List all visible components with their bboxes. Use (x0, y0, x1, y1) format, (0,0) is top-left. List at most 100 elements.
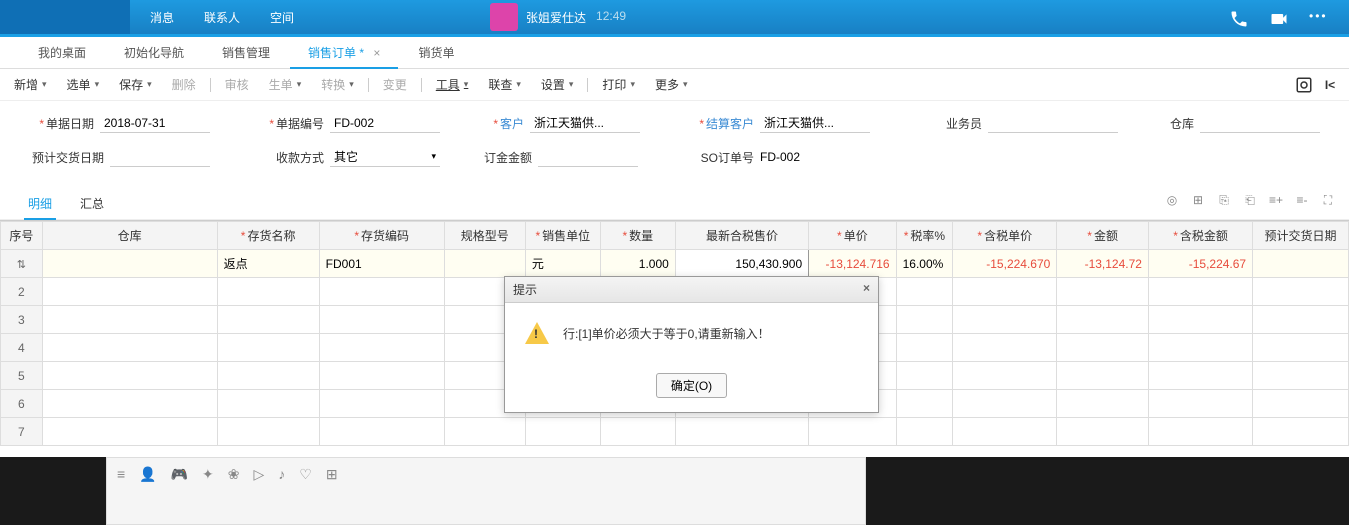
empty-cell[interactable] (217, 362, 319, 390)
joint-button[interactable]: 联查▾ (478, 69, 531, 101)
empty-cell[interactable] (675, 418, 808, 446)
empty-cell[interactable] (319, 418, 444, 446)
dialog-titlebar[interactable]: 提示 × (505, 277, 878, 303)
empty-cell[interactable] (896, 278, 953, 306)
row-number[interactable]: 7 (1, 418, 43, 446)
empty-cell[interactable] (896, 390, 953, 418)
empty-cell[interactable] (319, 362, 444, 390)
empty-cell[interactable] (1148, 362, 1252, 390)
col-qty[interactable]: *数量 (600, 222, 675, 250)
empty-cell[interactable] (1057, 418, 1149, 446)
phone-icon[interactable] (1229, 9, 1249, 25)
empty-cell[interactable] (319, 278, 444, 306)
cell-amount[interactable]: -13,124.72 (1057, 250, 1149, 278)
date-field[interactable]: 2018-07-31 (100, 113, 210, 133)
paste-row-icon[interactable]: ⎗ (1241, 191, 1259, 209)
more-icon[interactable]: ••• (1309, 9, 1329, 25)
more-button[interactable]: 更多▾ (645, 69, 698, 101)
empty-cell[interactable] (217, 278, 319, 306)
tools-button[interactable]: 工具▾ (426, 69, 479, 101)
gendoc-button[interactable]: 生单▾ (259, 69, 312, 101)
empty-cell[interactable] (1148, 390, 1252, 418)
warehouse-field[interactable] (1200, 113, 1320, 133)
col-latest-tax-price[interactable]: 最新合税售价 (675, 222, 808, 250)
row-number[interactable]: 3 (1, 306, 43, 334)
col-spec[interactable]: 规格型号 (444, 222, 525, 250)
add-row-icon[interactable]: ⊞ (1189, 191, 1207, 209)
delete-row-icon[interactable]: ≡- (1293, 191, 1311, 209)
settings-button[interactable]: 设置▾ (531, 69, 584, 101)
empty-cell[interactable] (600, 418, 675, 446)
shield-icon[interactable]: ♡ (299, 466, 312, 483)
empty-cell[interactable] (809, 418, 896, 446)
new-button[interactable]: 新增▾ (4, 69, 57, 101)
empty-cell[interactable] (1253, 362, 1349, 390)
cell-expect-date[interactable] (1253, 250, 1349, 278)
empty-cell[interactable] (896, 306, 953, 334)
apps-icon[interactable]: ⊞ (326, 466, 338, 483)
empty-cell[interactable] (1253, 278, 1349, 306)
col-amount[interactable]: *金额 (1057, 222, 1149, 250)
col-tax-unit-price[interactable]: *含税单价 (953, 222, 1057, 250)
tab-my-desktop[interactable]: 我的桌面 (20, 37, 104, 69)
menu-icon[interactable]: ≡ (117, 466, 125, 482)
copy-row-icon[interactable]: ⎘ (1215, 191, 1233, 209)
empty-cell[interactable] (1148, 334, 1252, 362)
cell-unit-price[interactable]: -13,124.716 (809, 250, 896, 278)
col-stock-code[interactable]: *存货编码 (319, 222, 444, 250)
table-row[interactable]: 7 (1, 418, 1349, 446)
music-icon[interactable]: ♪ (278, 466, 285, 482)
col-tax-amount[interactable]: *含税金额 (1148, 222, 1252, 250)
empty-cell[interactable] (896, 334, 953, 362)
empty-cell[interactable] (217, 334, 319, 362)
row-number[interactable]: 2 (1, 278, 43, 306)
flower-icon[interactable]: ❀ (228, 466, 240, 483)
row-number[interactable]: 4 (1, 334, 43, 362)
delete-button[interactable]: 删除 (162, 69, 206, 101)
row-number[interactable]: 5 (1, 362, 43, 390)
tab-sales-mgmt[interactable]: 销售管理 (204, 37, 288, 69)
empty-cell[interactable] (896, 418, 953, 446)
empty-cell[interactable] (319, 334, 444, 362)
row-handle[interactable]: ⇅ (1, 250, 43, 278)
customer-label[interactable]: 客户 (500, 117, 524, 131)
video-icon[interactable] (1269, 9, 1289, 25)
empty-cell[interactable] (1148, 306, 1252, 334)
chat-preview[interactable]: 张姐爱仕达 12:49 (490, 3, 626, 31)
print-button[interactable]: 打印▾ (592, 69, 645, 101)
row-number[interactable]: 6 (1, 390, 43, 418)
tab-detail[interactable]: 明细 (24, 189, 56, 220)
empty-cell[interactable] (953, 390, 1057, 418)
cell-stock-code[interactable]: FD001 (319, 250, 444, 278)
pay-method-field[interactable]: 其它 ▾ (330, 147, 440, 167)
empty-cell[interactable] (319, 306, 444, 334)
customer-field[interactable]: 浙江天猫供... (530, 113, 640, 133)
dialog-ok-button[interactable]: 确定(O) (656, 373, 727, 398)
cell-tax-amount[interactable]: -15,224.67 (1148, 250, 1252, 278)
empty-cell[interactable] (217, 306, 319, 334)
empty-cell[interactable] (42, 390, 217, 418)
settle-customer-field[interactable]: 浙江天猫供... (760, 113, 870, 133)
cell-stock-name[interactable]: 返点 (217, 250, 319, 278)
empty-cell[interactable] (1253, 334, 1349, 362)
cell-warehouse[interactable] (42, 250, 217, 278)
col-warehouse[interactable]: 仓库 (42, 222, 217, 250)
cell-qty[interactable]: 1.000 (600, 250, 675, 278)
empty-cell[interactable] (953, 306, 1057, 334)
empty-cell[interactable] (1253, 418, 1349, 446)
insert-row-icon[interactable]: ≡+ (1267, 191, 1285, 209)
scan-icon[interactable] (1295, 76, 1313, 94)
cell-tax-unit-price[interactable]: -15,224.670 (953, 250, 1057, 278)
expand-icon[interactable]: ⛶ (1319, 191, 1337, 209)
save-button[interactable]: 保存▾ (109, 69, 162, 101)
empty-cell[interactable] (1148, 418, 1252, 446)
col-unit-price[interactable]: *单价 (809, 222, 896, 250)
empty-cell[interactable] (42, 334, 217, 362)
col-seq[interactable]: 序号 (1, 222, 43, 250)
cell-tax-rate[interactable]: 16.00% (896, 250, 953, 278)
col-tax-rate[interactable]: *税率% (896, 222, 953, 250)
game-icon[interactable]: 🎮 (171, 466, 188, 483)
person-icon[interactable]: 👤 (139, 466, 156, 483)
empty-cell[interactable] (42, 306, 217, 334)
select-button[interactable]: 选单▾ (57, 69, 110, 101)
